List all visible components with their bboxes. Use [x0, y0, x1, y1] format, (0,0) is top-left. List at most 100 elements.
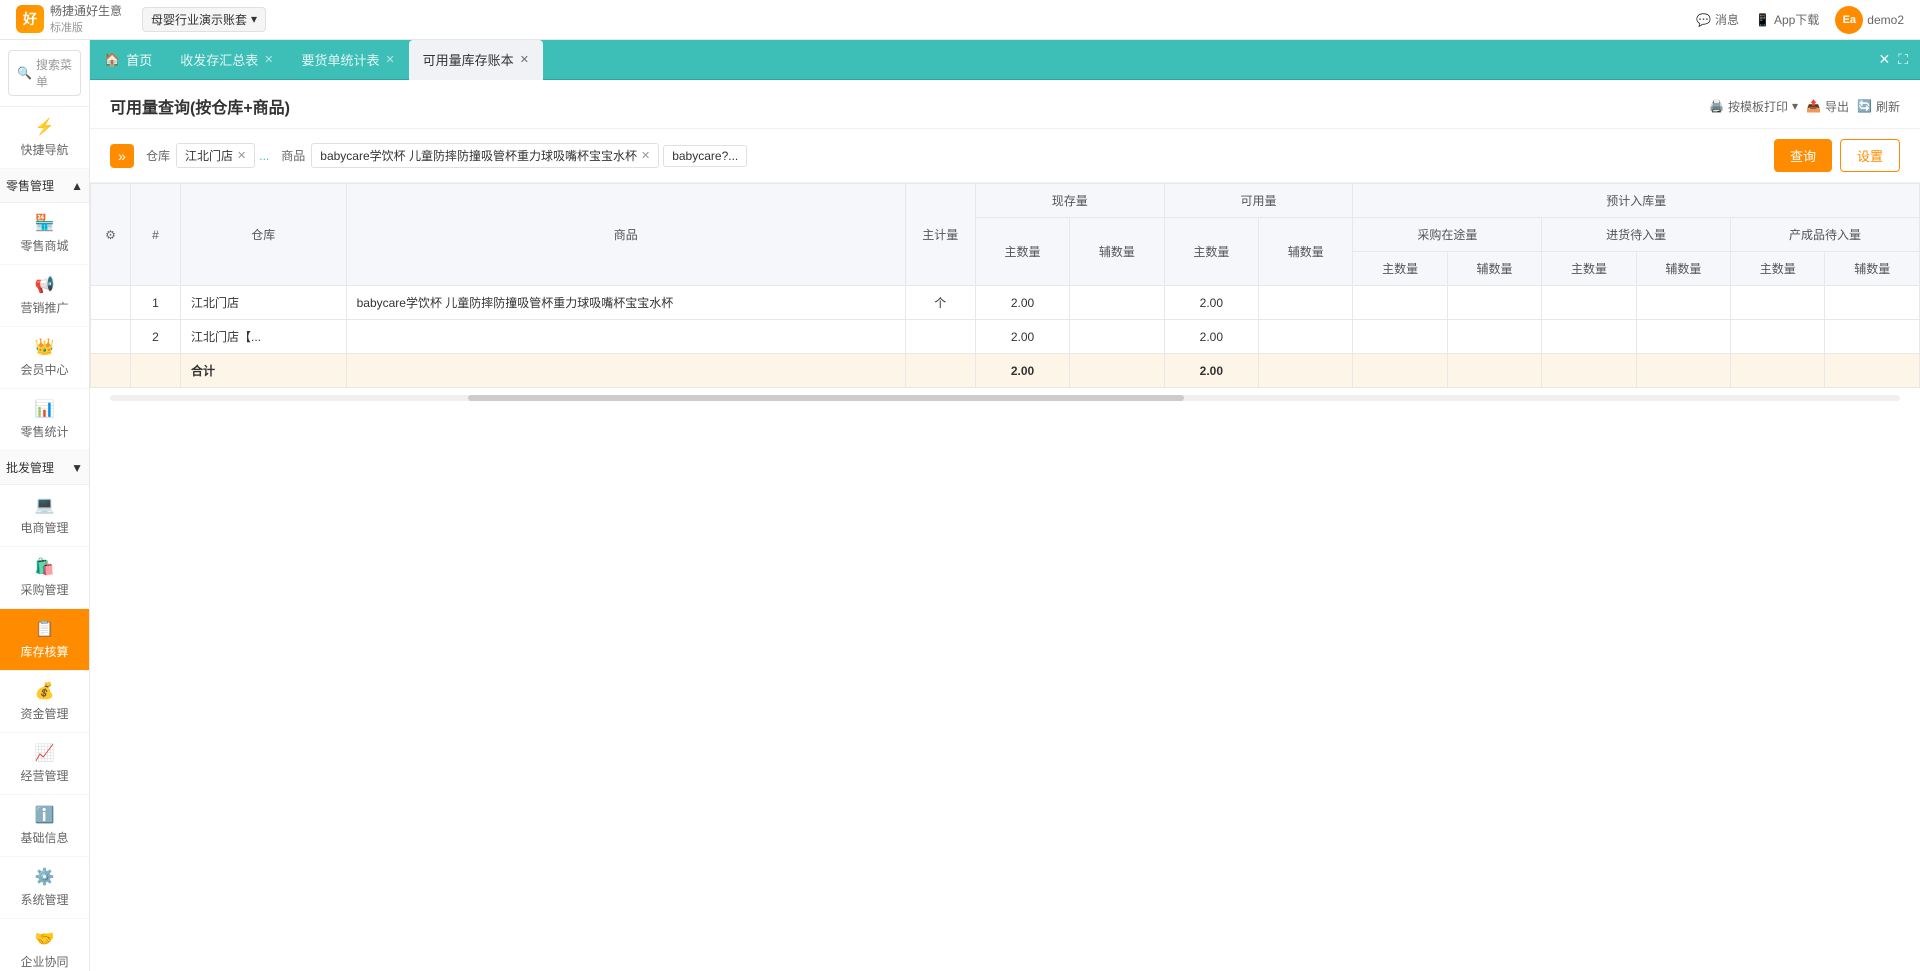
row1-incoming-main — [1542, 286, 1636, 320]
tab-stock-summary[interactable]: 收发存汇总表 ✕ — [166, 40, 287, 80]
sidebar-item-label: 系统管理 — [20, 891, 68, 908]
sidebar-item-finance[interactable]: 💰 资金管理 — [0, 671, 89, 733]
maximize-icon[interactable]: ⛶ — [1894, 47, 1912, 72]
product-tag-close-1[interactable]: ✕ — [641, 149, 650, 162]
warehouse-more-button[interactable]: ... — [259, 149, 269, 163]
top-header: 好 畅捷通好生意 标准版 母婴行业演示账套 ▾ 💬 消息 📱 App下载 Ea … — [0, 0, 1920, 40]
message-nav[interactable]: 💬 消息 — [1696, 11, 1739, 28]
sidebar-item-basic-info[interactable]: ℹ️ 基础信息 — [0, 795, 89, 857]
col-available-group-header: 可用量 — [1164, 184, 1353, 218]
warehouse-filter-label: 仓库 — [146, 147, 170, 164]
tab-home[interactable]: 🏠 首页 — [90, 40, 166, 80]
page-actions: 🖨️ 按模板打印 ▾ 📤 导出 🔄 刷新 — [1709, 98, 1900, 115]
row1-avail-aux — [1259, 286, 1353, 320]
operations-icon: 📈 — [35, 743, 55, 763]
row1-incoming-aux — [1636, 286, 1730, 320]
summary-label: 合计 — [181, 354, 347, 388]
tab-close-icon[interactable]: ✕ — [264, 53, 273, 66]
close-all-tabs-icon[interactable]: ✕ — [1874, 47, 1894, 72]
main-content: 可用量查询(按仓库+商品) 🖨️ 按模板打印 ▾ 📤 导出 🔄 刷新 » — [90, 80, 1920, 971]
settings-button[interactable]: 设置 — [1840, 139, 1900, 172]
sidebar-item-quick-nav[interactable]: ⚡ 快捷导航 — [0, 107, 89, 169]
table-settings-icon[interactable]: ⚙ — [105, 228, 116, 242]
sidebar-item-system[interactable]: ⚙️ 系统管理 — [0, 857, 89, 919]
tab-stock-summary-label: 收发存汇总表 — [180, 50, 258, 69]
sidebar-item-ecommerce[interactable]: 💻 电商管理 — [0, 485, 89, 547]
logo-icon: 好 — [16, 5, 44, 33]
row1-avail-main: 2.00 — [1164, 286, 1258, 320]
summary-settings — [91, 354, 131, 388]
tab-order-stats-label: 要货单统计表 — [301, 50, 379, 69]
tab-available-inventory-label: 可用量库存账本 — [423, 50, 514, 69]
row2-production-main — [1731, 320, 1825, 354]
sidebar-item-label: 采购管理 — [20, 581, 68, 598]
org-selector[interactable]: 母婴行业演示账套 ▾ — [142, 7, 266, 32]
finance-icon: 💰 — [35, 681, 55, 701]
sidebar: 🔍 搜索菜单 ⚡ 快捷导航 零售管理 ▲ 🏪 零售商城 📢 营销推广 👑 会员中… — [0, 40, 90, 971]
sidebar-item-marketing[interactable]: 📢 营销推广 — [0, 265, 89, 327]
product-filter-label: 商品 — [281, 147, 305, 164]
horizontal-scrollbar[interactable] — [110, 395, 1900, 401]
sidebar-item-label: 零售商城 — [20, 237, 68, 254]
sidebar-item-retail-stats[interactable]: 📊 零售统计 — [0, 389, 89, 451]
tab-order-stats[interactable]: 要货单统计表 ✕ — [287, 40, 408, 80]
warehouse-tag-close[interactable]: ✕ — [237, 149, 246, 162]
query-button[interactable]: 查询 — [1774, 139, 1832, 172]
col-production-aux-header: 辅数量 — [1825, 252, 1920, 286]
warehouse-tag[interactable]: 江北门店 ✕ — [176, 143, 255, 168]
message-label: 消息 — [1715, 11, 1739, 28]
summary-avail-aux — [1259, 354, 1353, 388]
quick-nav-icon: ⚡ — [35, 117, 55, 137]
sidebar-item-inventory[interactable]: 📋 库存核算 — [0, 609, 89, 671]
search-menu-button[interactable]: 🔍 搜索菜单 — [8, 50, 81, 96]
sidebar-item-member[interactable]: 👑 会员中心 — [0, 327, 89, 389]
tab-home-label: 首页 — [126, 50, 152, 69]
row1-stock-main: 2.00 — [975, 286, 1069, 320]
filter-row: » 仓库 江北门店 ✕ ... 商品 babycare学饮杯 儿童防摔防撞吸管杯… — [90, 129, 1920, 183]
member-icon: 👑 — [35, 337, 55, 357]
template-print-button[interactable]: 🖨️ 按模板打印 ▾ — [1709, 98, 1798, 115]
col-settings-header: ⚙ — [91, 184, 131, 286]
filter-expand-button[interactable]: » — [110, 144, 134, 168]
inventory-table: ⚙ # 仓库 商品 主计量 现存量 可用量 预计入库量 主数量 辅数量 主数量 — [90, 183, 1920, 388]
summary-purchase-main — [1353, 354, 1447, 388]
sidebar-item-label: 库存核算 — [20, 643, 68, 660]
row2-incoming-aux — [1636, 320, 1730, 354]
row1-purchase-aux — [1447, 286, 1541, 320]
row1-production-main — [1731, 286, 1825, 320]
warehouse-tag-text: 江北门店 — [185, 147, 233, 164]
username: demo2 — [1867, 13, 1904, 27]
logo-area: 好 畅捷通好生意 标准版 — [16, 4, 122, 34]
page-header: 可用量查询(按仓库+商品) 🖨️ 按模板打印 ▾ 📤 导出 🔄 刷新 — [90, 80, 1920, 129]
row1-unit: 个 — [905, 286, 975, 320]
col-production-main-header: 主数量 — [1731, 252, 1825, 286]
sidebar-item-purchase[interactable]: 🛍️ 采购管理 — [0, 547, 89, 609]
export-button[interactable]: 📤 导出 — [1806, 98, 1849, 115]
sidebar-item-label: 营销推广 — [20, 299, 68, 316]
tab-close-icon[interactable]: ✕ — [520, 53, 529, 66]
sidebar-section-wholesale[interactable]: 批发管理 ▼ — [0, 451, 89, 485]
sidebar-item-label: 电商管理 — [20, 519, 68, 536]
refresh-label: 刷新 — [1876, 98, 1900, 115]
user-nav[interactable]: Ea demo2 — [1835, 6, 1904, 34]
search-icon: 🔍 — [17, 66, 32, 80]
basic-info-icon: ℹ️ — [35, 805, 55, 825]
scroll-thumb[interactable] — [468, 395, 1184, 401]
app-download-nav[interactable]: 📱 App下载 — [1755, 11, 1819, 28]
search-menu-label: 搜索菜单 — [36, 56, 72, 90]
summary-empty-product — [346, 354, 905, 388]
tab-available-inventory[interactable]: 可用量库存账本 ✕ — [409, 40, 543, 80]
row1-stock-aux — [1070, 286, 1164, 320]
sidebar-item-operations[interactable]: 📈 经营管理 — [0, 733, 89, 795]
page-container: 可用量查询(按仓库+商品) 🖨️ 按模板打印 ▾ 📤 导出 🔄 刷新 » — [90, 80, 1920, 971]
sidebar-item-retail-mall[interactable]: 🏪 零售商城 — [0, 203, 89, 265]
sidebar-item-collab[interactable]: 🤝 企业协同 — [0, 919, 89, 971]
tab-close-icon[interactable]: ✕ — [385, 53, 394, 66]
refresh-button[interactable]: 🔄 刷新 — [1857, 98, 1900, 115]
product-tag-1[interactable]: babycare学饮杯 儿童防摔防撞吸管杯重力球吸嘴杯宝宝水杯 ✕ — [311, 143, 659, 168]
product-tag-2[interactable]: babycare?... — [663, 145, 747, 167]
col-avail-main-header: 主数量 — [1164, 218, 1258, 286]
sidebar-section-retail[interactable]: 零售管理 ▲ — [0, 169, 89, 203]
product-tag-container: babycare学饮杯 儿童防摔防撞吸管杯重力球吸嘴杯宝宝水杯 ✕ babyca… — [311, 143, 747, 168]
dropdown-icon: ▾ — [1792, 99, 1798, 113]
